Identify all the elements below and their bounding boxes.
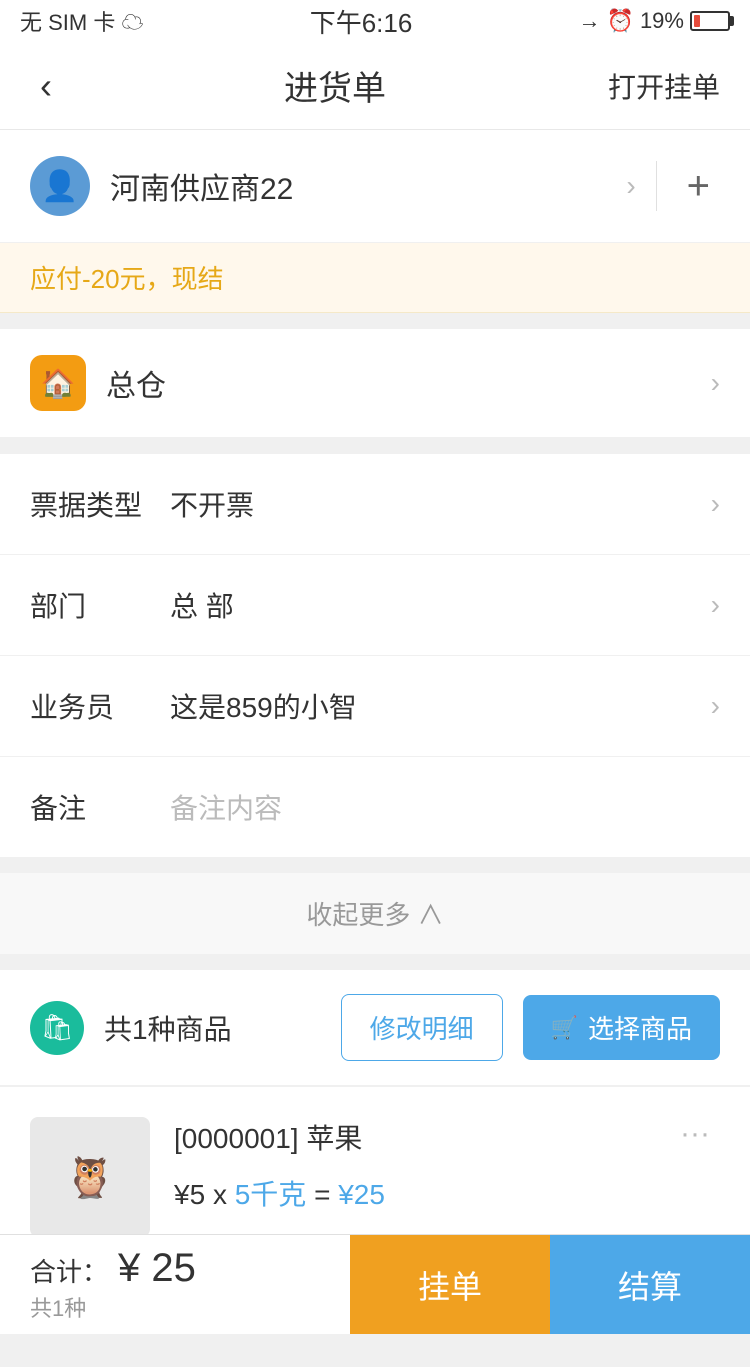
checkout-button[interactable]: 结算 [550,1235,750,1334]
select-product-label: 选择商品 [588,1009,692,1046]
dept-row[interactable]: 部门 总 部 › [0,555,750,656]
total-sub-label: 共1种 [30,1291,320,1323]
status-left: 无 SIM 卡 ☁ [20,5,143,37]
invoice-chevron-icon: › [711,488,720,520]
avatar-icon: 👤 [41,169,78,204]
product-count-label: 共1种商品 [104,1008,321,1048]
total-price: ¥25 [338,1179,385,1210]
invoice-type-row[interactable]: 票据类型 不开票 › [0,454,750,555]
unit-price: ¥5 [174,1179,205,1210]
warehouse-icon: 🏠 [30,355,86,411]
location-icon: → [579,8,601,34]
total-amount: ¥ 25 [118,1246,196,1291]
page-title: 进货单 [284,61,386,110]
salesperson-label: 业务员 [30,686,170,726]
select-product-button[interactable]: 🛒 选择商品 [523,995,720,1060]
warehouse-row[interactable]: 🏠 总仓 › [0,329,750,438]
total-text: 合计： [30,1252,108,1289]
main-content: 👤 河南供应商22 › + 应付-20元，现结 🏠 总仓 › 票据类型 不开票 … [0,130,750,1367]
status-bar: 无 SIM 卡 ☁ 下午6:16 → ⏰ 19% [0,0,750,42]
quantity: 5千克 [235,1179,307,1210]
form-section: 票据类型 不开票 › 部门 总 部 › 业务员 这是859的小智 › 备注 备注… [0,454,750,857]
nav-bar: ‹ 进货单 打开挂单 [0,42,750,130]
status-right: → ⏰ 19% [579,8,730,34]
product-info: [0000001] 苹果 ¥5 x 5千克 = ¥25 [174,1117,646,1213]
invoice-type-value: 不开票 [170,484,711,524]
salesperson-row[interactable]: 业务员 这是859的小智 › [0,656,750,757]
remark-row[interactable]: 备注 备注内容 [0,757,750,857]
home-icon: 🏠 [41,367,76,400]
product-bag-icon: 🛍 [30,1001,84,1055]
bag-icon: 🛍 [40,1012,73,1043]
product-thumbnail: 🦉 [30,1117,150,1237]
remark-placeholder: 备注内容 [170,787,720,827]
warning-bar: 应付-20元，现结 [0,243,750,313]
salesperson-chevron-icon: › [711,690,720,722]
battery-label: 19% [640,8,684,34]
equals-sign: = [314,1179,338,1210]
bottom-bar: 合计： ¥ 25 共1种 挂单 结算 [0,1234,750,1334]
price-separator: x [213,1179,235,1210]
supplier-card: 👤 河南供应商22 › + 应付-20元，现结 [0,130,750,313]
sim-label: 无 SIM 卡 ☁ [20,5,143,37]
total-label-row: 合计： ¥ 25 [30,1246,320,1291]
supplier-row[interactable]: 👤 河南供应商22 › + [0,130,750,243]
edit-detail-button[interactable]: 修改明细 [341,994,503,1061]
cart-icon: 🛒 [551,1015,578,1041]
collapse-label: 收起更多 ∧ [306,895,443,932]
product-name: [0000001] 苹果 [174,1117,646,1157]
add-supplier-button[interactable]: + [677,164,720,209]
alarm-icon: ⏰ [607,8,634,34]
warehouse-chevron-icon: › [711,367,720,399]
warehouse-card: 🏠 总仓 › [0,329,750,438]
supplier-name: 河南供应商22 [110,164,626,208]
collapse-row[interactable]: 收起更多 ∧ [0,873,750,954]
remark-label: 备注 [30,787,170,827]
open-hang-button[interactable]: 打开挂单 [608,66,720,106]
product-price: ¥5 x 5千克 = ¥25 [174,1173,646,1213]
back-button[interactable]: ‹ [30,55,62,117]
dept-label: 部门 [30,585,170,625]
status-time: 下午6:16 [310,3,413,40]
product-header: 🛍 共1种商品 修改明细 🛒 选择商品 [0,970,750,1085]
dept-chevron-icon: › [711,589,720,621]
more-options-button[interactable]: ··· [670,1117,720,1151]
avatar: 👤 [30,156,90,216]
supplier-chevron-icon: › [626,170,635,202]
dept-value: 总 部 [170,585,711,625]
hang-button[interactable]: 挂单 [350,1235,550,1334]
battery-icon [690,11,730,31]
divider [656,161,657,211]
total-section: 合计： ¥ 25 共1种 [0,1235,350,1334]
salesperson-value: 这是859的小智 [170,686,711,726]
invoice-type-label: 票据类型 [30,484,170,524]
warehouse-label: 总仓 [106,361,711,405]
warning-text: 应付-20元，现结 [30,264,224,294]
owl-icon: 🦉 [65,1154,115,1201]
